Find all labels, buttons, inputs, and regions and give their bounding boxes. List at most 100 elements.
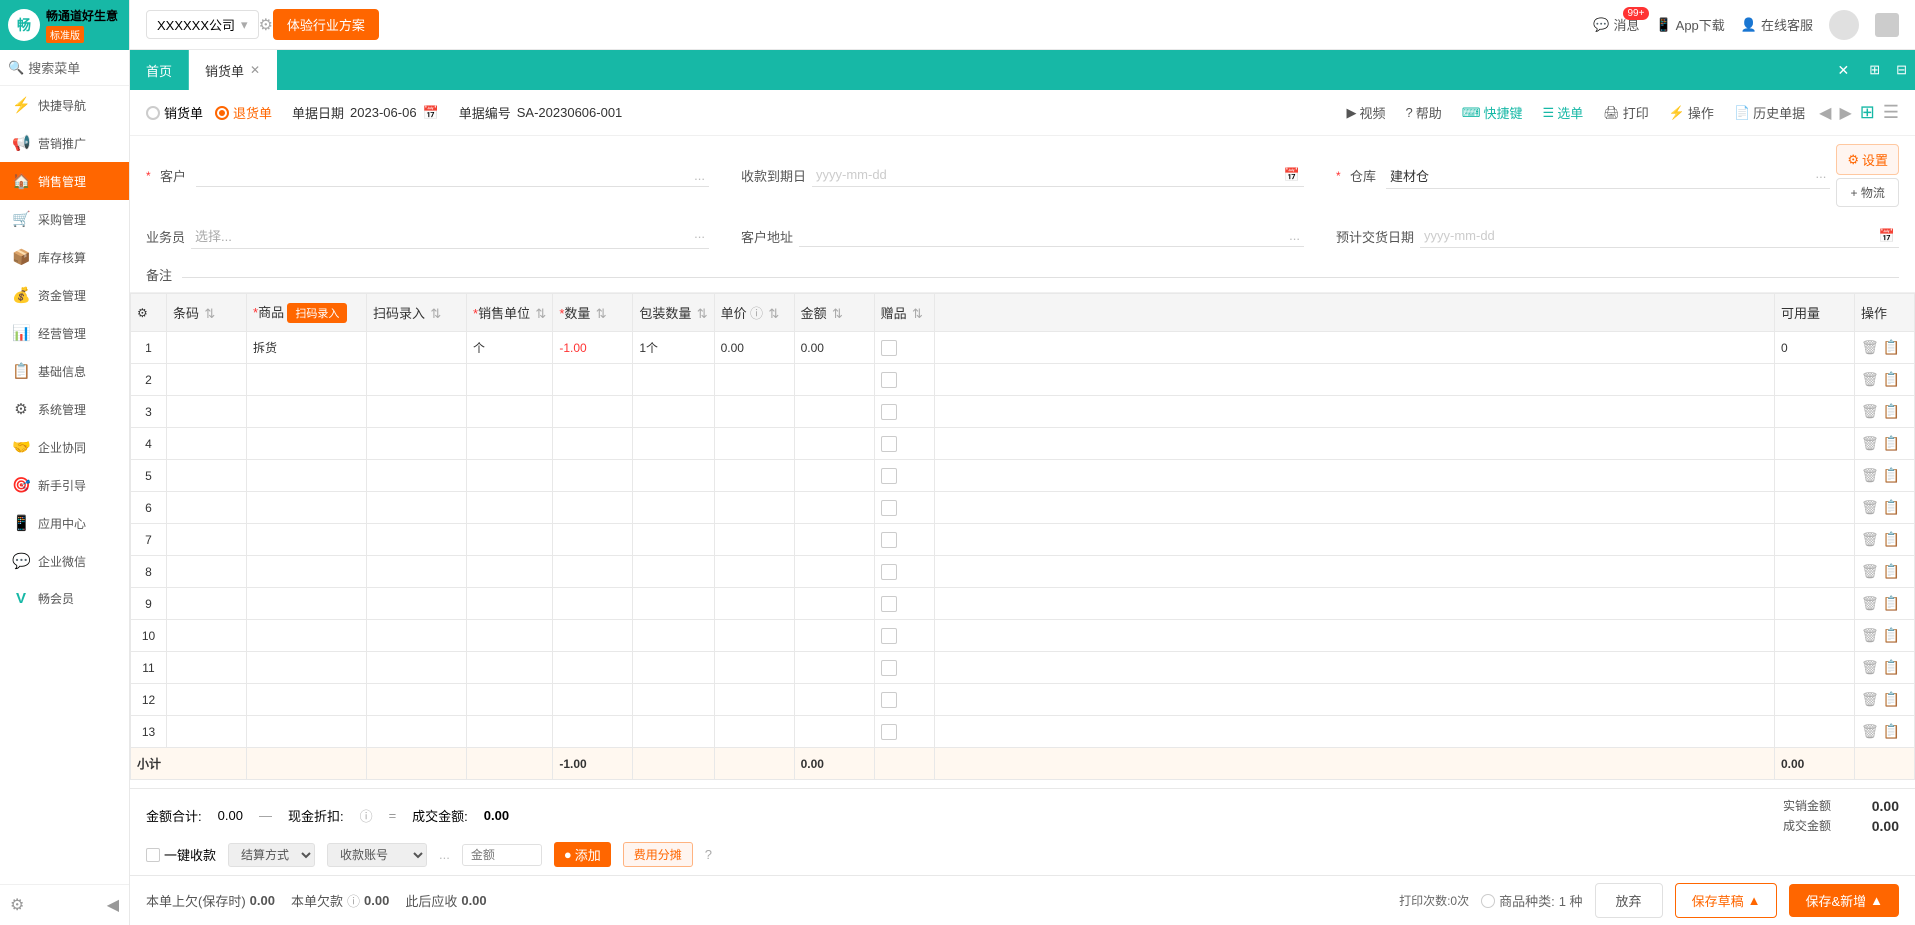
company-selector[interactable]: XXXXXX公司 ▾ [146, 10, 259, 39]
sidebar-item-inventory[interactable]: 📦 库存核算 [0, 238, 129, 276]
row-spec[interactable] [367, 620, 467, 652]
row-price[interactable] [714, 460, 794, 492]
gear-settings-icon[interactable]: ⚙ [259, 15, 273, 35]
row-barcode[interactable] [167, 492, 247, 524]
row-spec[interactable] [367, 428, 467, 460]
row-amount[interactable] [794, 620, 874, 652]
row-qty[interactable] [553, 460, 633, 492]
delete-icon[interactable]: 🗑 [1861, 627, 1879, 644]
row-amount[interactable] [794, 460, 874, 492]
row-pkg-qty[interactable] [633, 620, 714, 652]
row-unit[interactable] [467, 524, 553, 556]
row-spec[interactable] [367, 716, 467, 748]
delete-icon[interactable]: 🗑 [1861, 723, 1879, 740]
calendar-icon[interactable]: 📅 [423, 105, 439, 121]
row-qty[interactable]: -1.00 [553, 332, 633, 364]
save-new-button[interactable]: 保存&新增 ▲ [1789, 884, 1899, 917]
row-product[interactable] [247, 716, 367, 748]
sidebar-collapse-icon[interactable]: ◀ [107, 895, 119, 915]
row-barcode[interactable] [167, 588, 247, 620]
copy-icon[interactable]: 📋 [1883, 435, 1900, 452]
row-gift[interactable] [874, 428, 934, 460]
tab-close-icon[interactable]: ✕ [250, 63, 260, 77]
row-product[interactable] [247, 556, 367, 588]
amount-input[interactable] [462, 844, 542, 866]
row-amount[interactable] [794, 396, 874, 428]
settlement-select[interactable]: 结算方式 [228, 843, 315, 867]
row-spec[interactable] [367, 684, 467, 716]
row-qty[interactable] [553, 428, 633, 460]
tab-grid-view-icon[interactable]: ⊞ [1861, 62, 1888, 78]
row-unit[interactable] [467, 396, 553, 428]
copy-icon[interactable]: 📋 [1883, 339, 1900, 356]
delete-icon[interactable]: 🗑 [1861, 563, 1879, 580]
scan-button[interactable]: 扫码录入 [287, 303, 347, 323]
row-amount[interactable] [794, 428, 874, 460]
row-qty[interactable] [553, 684, 633, 716]
row-gift[interactable] [874, 588, 934, 620]
delete-icon[interactable]: 🗑 [1861, 371, 1879, 388]
row-price[interactable] [714, 428, 794, 460]
row-barcode[interactable] [167, 556, 247, 588]
copy-icon[interactable]: 📋 [1883, 403, 1900, 420]
discount-info-icon[interactable]: ⓘ [360, 806, 373, 825]
overdue-info-icon[interactable]: ⓘ [347, 891, 360, 910]
delete-icon[interactable]: 🗑 [1861, 499, 1879, 516]
sidebar-item-marketing[interactable]: 📢 营销推广 [0, 124, 129, 162]
row-price[interactable] [714, 716, 794, 748]
delete-icon[interactable]: 🗑 [1861, 659, 1879, 676]
toolbar-select[interactable]: ☰ 选单 [1537, 100, 1590, 125]
row-pkg-qty[interactable]: 1个 [633, 332, 714, 364]
row-amount[interactable] [794, 492, 874, 524]
row-pkg-qty[interactable] [633, 428, 714, 460]
row-price[interactable] [714, 556, 794, 588]
delete-icon[interactable]: 🗑 [1861, 435, 1879, 452]
row-spec[interactable] [367, 652, 467, 684]
nav-prev-icon[interactable]: ◀ [1819, 103, 1831, 123]
row-qty[interactable] [553, 524, 633, 556]
copy-icon[interactable]: 📋 [1883, 371, 1900, 388]
tab-home[interactable]: 首页 [130, 50, 189, 90]
row-unit[interactable] [467, 556, 553, 588]
tab-close-all-icon[interactable]: ✕ [1825, 62, 1861, 79]
row-unit[interactable] [467, 684, 553, 716]
cost-split-button[interactable]: 费用分摊 [623, 842, 693, 867]
sidebar-item-operations[interactable]: 📊 经营管理 [0, 314, 129, 352]
tab-list-view-icon[interactable]: ⊟ [1888, 62, 1915, 78]
table-view-icon[interactable]: ⊞ [1860, 102, 1875, 123]
wuliu-button[interactable]: + 物流 [1836, 178, 1899, 207]
row-amount[interactable] [794, 652, 874, 684]
row-pkg-qty[interactable] [633, 364, 714, 396]
row-spec[interactable] [367, 556, 467, 588]
add-button[interactable]: ● 添加 [554, 842, 611, 867]
row-qty[interactable] [553, 716, 633, 748]
salesperson-input[interactable]: 选择... ... [191, 223, 709, 249]
message-button[interactable]: 💬 消息 99+ [1593, 15, 1639, 34]
row-product[interactable] [247, 620, 367, 652]
row-price[interactable] [714, 364, 794, 396]
row-unit[interactable] [467, 492, 553, 524]
row-spec[interactable] [367, 492, 467, 524]
row-barcode[interactable] [167, 428, 247, 460]
row-pkg-qty[interactable] [633, 684, 714, 716]
delete-icon[interactable]: 🗑 [1861, 595, 1879, 612]
row-barcode[interactable] [167, 396, 247, 428]
row-barcode[interactable] [167, 652, 247, 684]
sidebar-settings-icon[interactable]: ⚙ [10, 895, 24, 915]
copy-icon[interactable]: 📋 [1883, 627, 1900, 644]
payment-due-input[interactable]: yyyy-mm-dd 📅 [812, 164, 1304, 187]
row-barcode[interactable] [167, 364, 247, 396]
row-barcode[interactable] [167, 332, 247, 364]
toolbar-help[interactable]: ? 帮助 [1400, 100, 1448, 125]
delete-icon[interactable]: 🗑 [1861, 691, 1879, 708]
row-unit[interactable]: 个 [467, 332, 553, 364]
checkbox-product-count[interactable] [1481, 894, 1495, 908]
row-barcode[interactable] [167, 620, 247, 652]
row-pkg-qty[interactable] [633, 716, 714, 748]
customer-input[interactable]: ... [196, 165, 709, 187]
row-qty[interactable] [553, 492, 633, 524]
row-pkg-qty[interactable] [633, 588, 714, 620]
row-unit[interactable] [467, 428, 553, 460]
row-barcode[interactable] [167, 684, 247, 716]
sidebar-item-quick-nav[interactable]: ⚡ 快捷导航 [0, 86, 129, 124]
